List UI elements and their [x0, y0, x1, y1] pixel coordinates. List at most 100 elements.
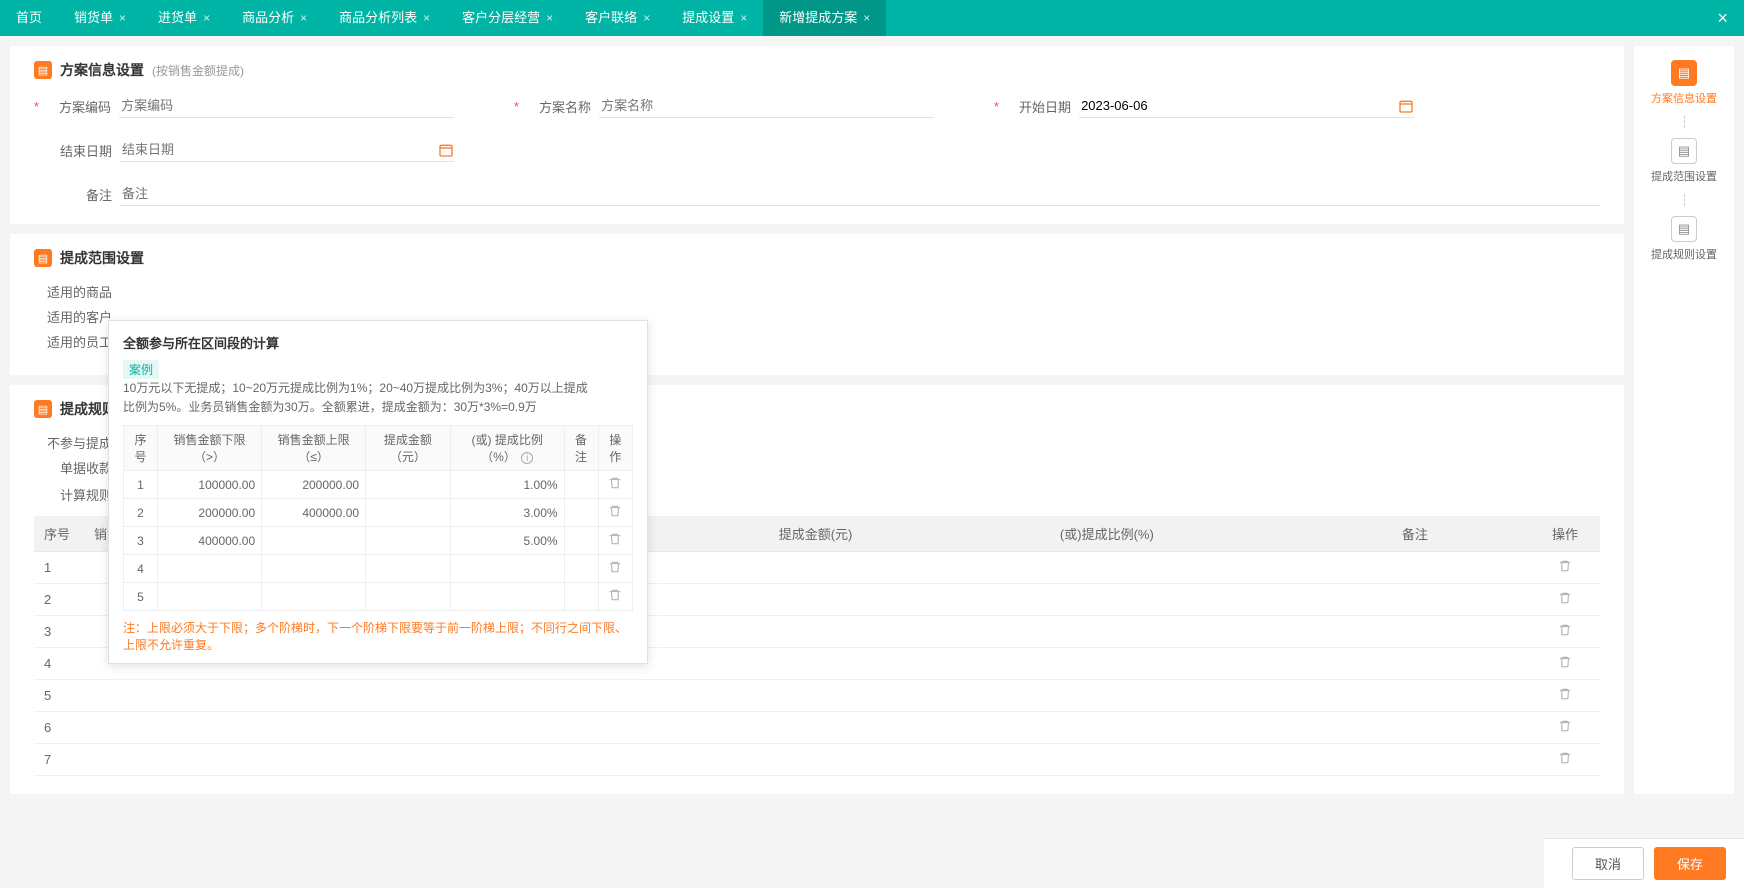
tooltip-cell [366, 583, 451, 611]
tab-close-icon[interactable]: × [740, 0, 747, 36]
tier-cell[interactable] [1392, 680, 1530, 712]
tier-row-delete[interactable] [1530, 648, 1600, 680]
tooltip-cell [366, 499, 451, 527]
trash-icon [608, 504, 622, 518]
tooltip-row-delete[interactable] [598, 471, 633, 499]
tier-row-delete[interactable] [1530, 616, 1600, 648]
tooltip-row-delete[interactable] [598, 499, 633, 527]
tier-cell[interactable] [769, 712, 1050, 744]
tier-row-delete[interactable] [1530, 712, 1600, 744]
tab-商品分析列表[interactable]: 商品分析列表× [323, 0, 446, 36]
tier-cell[interactable] [1392, 712, 1530, 744]
tier-cell[interactable] [1050, 552, 1392, 584]
tier-seq: 4 [34, 648, 84, 680]
calendar-icon[interactable] [1398, 98, 1414, 114]
tier-row-delete[interactable] [1530, 584, 1600, 616]
tab-close-icon[interactable]: × [423, 0, 430, 36]
code-label: 方案编码 [43, 97, 111, 116]
save-button[interactable]: 保存 [1654, 847, 1726, 880]
tier-row[interactable]: 6 [34, 712, 1600, 744]
tab-close-icon[interactable]: × [643, 0, 650, 36]
tooltip-case-badge: 案例 [123, 360, 159, 379]
tab-新增提成方案[interactable]: 新增提成方案× [763, 0, 886, 36]
trash-icon [1558, 655, 1572, 669]
tooltip-row-delete[interactable] [598, 527, 633, 555]
tooltip-row-delete[interactable] [598, 583, 633, 611]
tab-销货单[interactable]: 销货单× [58, 0, 142, 36]
tier-cell[interactable] [1392, 552, 1530, 584]
tier-cell[interactable] [769, 680, 1050, 712]
tooltip-cell [262, 555, 366, 583]
name-input[interactable] [599, 94, 934, 118]
tooltip-cell: 200000.00 [157, 499, 261, 527]
tab-close-icon[interactable]: × [546, 0, 553, 36]
tier-cell[interactable] [427, 680, 769, 712]
tier-cell[interactable] [1050, 584, 1392, 616]
start-date-label: 开始日期 [1003, 97, 1071, 116]
tier-cell[interactable] [427, 744, 769, 776]
tab-客户联络[interactable]: 客户联络× [569, 0, 666, 36]
rule-exclude-label: 不参与提成 [34, 433, 112, 452]
start-date-input[interactable] [1079, 94, 1398, 117]
anchor-step-2[interactable]: ▤ 提成范围设置 [1651, 138, 1717, 184]
tier-cell[interactable] [769, 744, 1050, 776]
tier-cell[interactable] [1392, 616, 1530, 648]
trash-icon [608, 560, 622, 574]
tier-cell[interactable] [427, 712, 769, 744]
tab-进货单[interactable]: 进货单× [142, 0, 226, 36]
trash-icon [1558, 687, 1572, 701]
tier-cell[interactable] [1050, 680, 1392, 712]
tab-提成设置[interactable]: 提成设置× [666, 0, 763, 36]
tier-cell[interactable] [769, 616, 1050, 648]
tab-商品分析[interactable]: 商品分析× [226, 0, 323, 36]
end-date-input[interactable] [120, 138, 438, 161]
tooltip-row-delete[interactable] [598, 555, 633, 583]
tooltip-cell: 400000.00 [157, 527, 261, 555]
tier-cell[interactable] [1050, 616, 1392, 648]
cancel-button[interactable]: 取消 [1572, 847, 1644, 880]
tab-客户分层经营[interactable]: 客户分层经营× [446, 0, 569, 36]
tooltip-cell: 1.00% [450, 471, 564, 499]
tab-close-icon[interactable]: × [203, 0, 210, 36]
tier-row-delete[interactable] [1530, 680, 1600, 712]
tier-cell[interactable] [769, 648, 1050, 680]
tier-cell[interactable] [769, 552, 1050, 584]
tooltip-cell: 5.00% [450, 527, 564, 555]
tooltip-row: 1100000.00200000.001.00% [124, 471, 633, 499]
tooltip-cell: 3.00% [450, 499, 564, 527]
code-input[interactable] [119, 94, 454, 118]
tier-cell[interactable] [1050, 712, 1392, 744]
tier-cell[interactable] [1050, 648, 1392, 680]
tab-label: 提成设置 [682, 0, 734, 36]
tier-cell[interactable] [1392, 648, 1530, 680]
tier-row-delete[interactable] [1530, 552, 1600, 584]
anchor-label: 提成规则设置 [1651, 246, 1717, 262]
tab-close-icon[interactable]: × [863, 0, 870, 36]
tier-row[interactable]: 7 [34, 744, 1600, 776]
tier-row[interactable]: 5 [34, 680, 1600, 712]
section-icon: ▤ [34, 400, 52, 418]
anchor-step-3[interactable]: ▤ 提成规则设置 [1651, 216, 1717, 262]
tab-close-icon[interactable]: × [119, 0, 126, 36]
tier-cell[interactable] [84, 680, 427, 712]
tier-cell[interactable] [769, 584, 1050, 616]
calendar-icon[interactable] [438, 142, 454, 158]
tier-cell[interactable] [1392, 584, 1530, 616]
close-all-tabs-button[interactable]: × [1709, 0, 1736, 36]
tab-label: 新增提成方案 [779, 0, 857, 36]
tier-row-delete[interactable] [1530, 744, 1600, 776]
anchor-icon: ▤ [1671, 60, 1697, 86]
tab-bar: 首页销货单×进货单×商品分析×商品分析列表×客户分层经营×客户联络×提成设置×新… [0, 0, 1744, 36]
tier-cell[interactable] [1392, 744, 1530, 776]
anchor-step-1[interactable]: ▤ 方案信息设置 [1651, 60, 1717, 106]
scope-goods-label: 适用的商品 [34, 282, 112, 301]
anchor-nav: ▤ 方案信息设置 ▤ 提成范围设置 ▤ 提成规则设置 [1634, 46, 1734, 794]
tab-close-icon[interactable]: × [300, 0, 307, 36]
tier-cell[interactable] [84, 712, 427, 744]
remark-input[interactable] [120, 182, 1600, 206]
tier-cell[interactable] [84, 744, 427, 776]
tab-首页[interactable]: 首页 [0, 0, 58, 36]
tooltip-row: 2200000.00400000.003.00% [124, 499, 633, 527]
tier-cell[interactable] [1050, 744, 1392, 776]
anchor-connector [1684, 194, 1685, 206]
